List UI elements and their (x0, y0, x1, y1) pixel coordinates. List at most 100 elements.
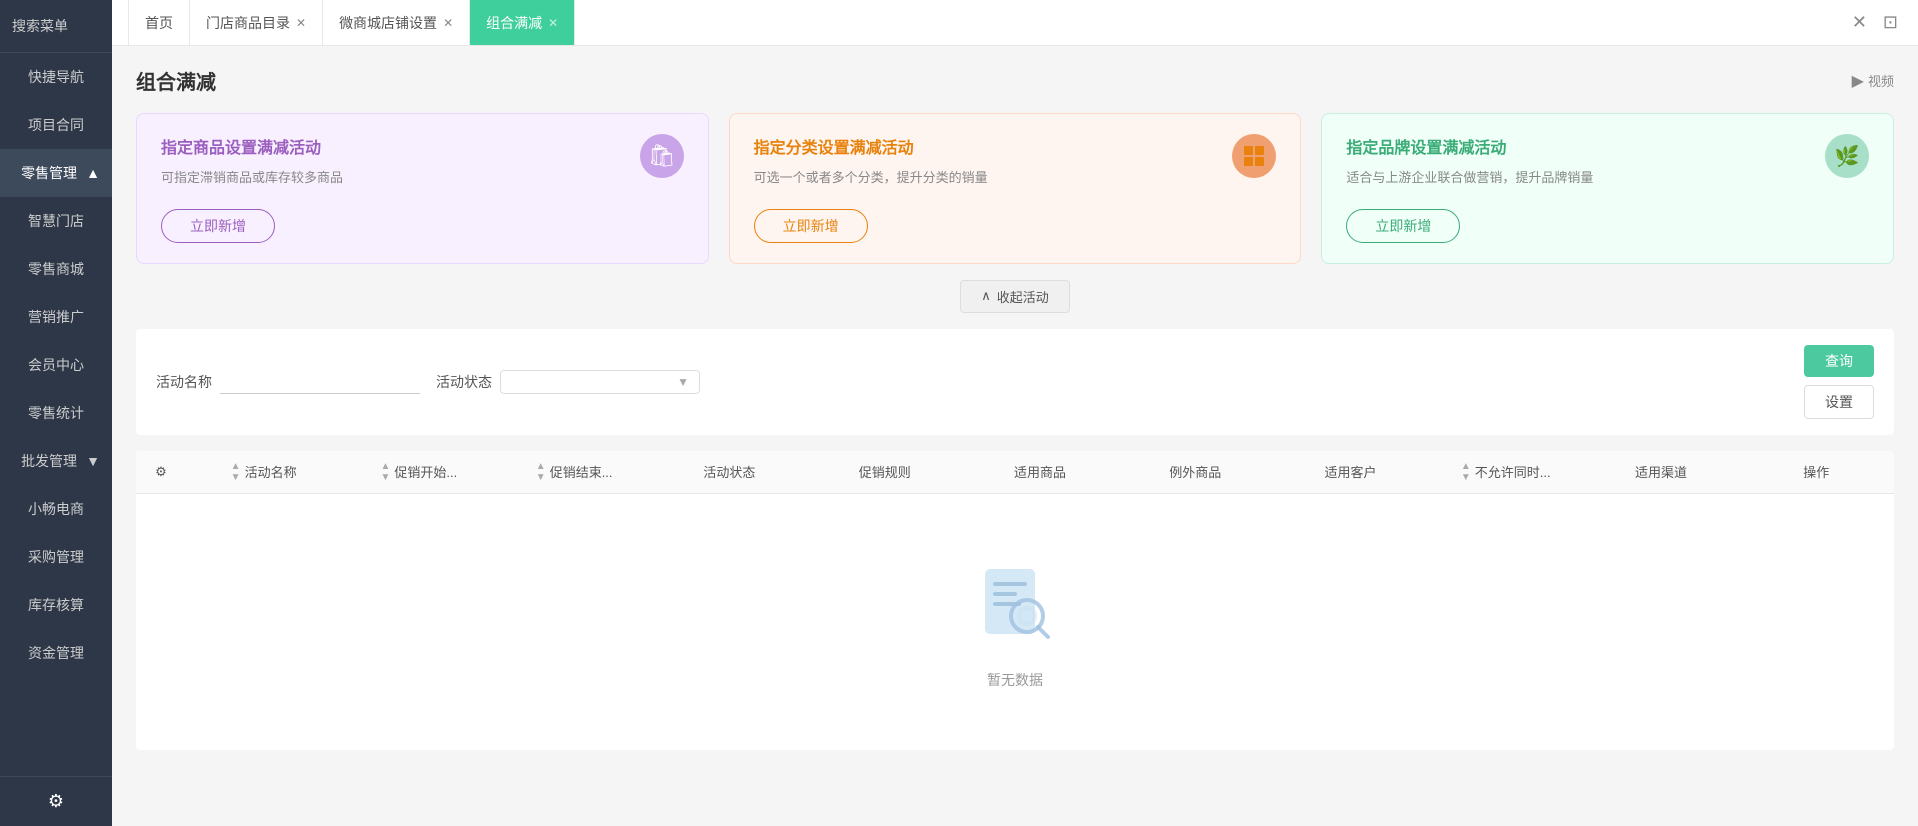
th-applicable-goods: 适用商品 (962, 462, 1117, 481)
sidebar-item-retail-stats[interactable]: 零售统计 (0, 389, 112, 437)
th-exception-goods-label: 例外商品 (1169, 462, 1221, 481)
sidebar-item-finance-mgmt[interactable]: 资金管理 (0, 629, 112, 677)
sidebar-item-project-label: 项目合同 (12, 115, 100, 135)
sidebar-bottom: ⚙ (0, 776, 112, 826)
search-bar: 活动名称 活动状态 ▼ 查询 设置 (136, 329, 1894, 435)
card-brand-discount-btn[interactable]: 立即新增 (1346, 209, 1460, 243)
th-activity-status-label: 活动状态 (703, 462, 755, 481)
th-activity-name-label: 活动名称 (245, 462, 297, 481)
sort-activity-name[interactable]: ▲▼ (231, 461, 241, 483)
chevron-up-icon: ▲ (86, 165, 100, 181)
card-brand-discount: 🌿 指定品牌设置满减活动 适合与上游企业联合做营销，提升品牌销量 立即新增 (1321, 113, 1894, 264)
card-product-discount: 🛍 指定商品设置满减活动 可指定滞销商品或库存较多商品 立即新增 (136, 113, 709, 264)
sidebar-item-smart-store[interactable]: 智慧门店 (0, 197, 112, 245)
sidebar-item-quick-nav-label: 快捷导航 (12, 67, 100, 87)
sidebar-item-xiaochang-label: 小畅电商 (12, 499, 100, 519)
activity-name-input[interactable] (220, 369, 420, 394)
tab-combo-discount[interactable]: 组合满减 ✕ (470, 0, 575, 45)
settings-icon[interactable]: ⚙ (48, 791, 64, 812)
sort-promo-end[interactable]: ▲▼ (536, 461, 546, 483)
th-promo-rule-label: 促销规则 (859, 462, 911, 481)
main-content: 首页 门店商品目录 ✕ 微商城店铺设置 ✕ 组合满减 ✕ ✕ ⊡ 组合满减 ▶ … (112, 0, 1918, 826)
table-container: ⚙ ▲▼ 活动名称 ▲▼ 促销开始... ▲▼ 促销结束... 活动状态 (136, 451, 1894, 750)
empty-text: 暂无数据 (987, 670, 1043, 690)
empty-state: 暂无数据 (136, 494, 1894, 750)
tab-home-label: 首页 (145, 13, 173, 33)
sidebar: 搜索菜单 快捷导航 项目合同 零售管理 ▲ 智慧门店 零售商城 营销推广 会员中… (0, 0, 112, 826)
sidebar-item-marketing[interactable]: 营销推广 (0, 293, 112, 341)
sidebar-item-inventory-calc[interactable]: 库存核算 (0, 581, 112, 629)
th-gear[interactable]: ⚙ (136, 464, 186, 480)
cards-row: 🛍 指定商品设置满减活动 可指定滞销商品或库存较多商品 立即新增 指定分类设置满… (136, 113, 1894, 264)
sidebar-item-quick-nav[interactable]: 快捷导航 (0, 53, 112, 101)
card-product-discount-icon: 🛍 (640, 134, 684, 178)
sidebar-item-retail-mall-label: 零售商城 (12, 259, 100, 279)
th-promo-start: ▲▼ 促销开始... (341, 461, 496, 483)
tab-store-catalog-label: 门店商品目录 (206, 13, 290, 33)
collapse-activities-btn[interactable]: ∧ 收起活动 (960, 280, 1070, 313)
close-window-icon[interactable]: ✕ (1848, 12, 1871, 33)
page-title-row: 组合满减 ▶ 视频 (136, 66, 1894, 95)
tab-store-catalog[interactable]: 门店商品目录 ✕ (190, 0, 323, 45)
sidebar-search[interactable]: 搜索菜单 (0, 0, 112, 53)
tab-wechat-settings-close[interactable]: ✕ (443, 16, 453, 30)
sidebar-item-member-center[interactable]: 会员中心 (0, 341, 112, 389)
play-circle-icon: ▶ (1852, 71, 1864, 91)
tab-wechat-settings-label: 微商城店铺设置 (339, 13, 437, 33)
tab-home[interactable]: 首页 (128, 0, 190, 45)
th-promo-end: ▲▼ 促销结束... (497, 461, 652, 483)
activity-status-field: 活动状态 ▼ (436, 370, 700, 394)
activity-name-label: 活动名称 (156, 372, 212, 392)
maximize-window-icon[interactable]: ⊡ (1879, 12, 1902, 33)
tab-bar: 首页 门店商品目录 ✕ 微商城店铺设置 ✕ 组合满减 ✕ ✕ ⊡ (112, 0, 1918, 46)
sidebar-item-marketing-label: 营销推广 (12, 307, 100, 327)
video-link-label: 视频 (1868, 71, 1894, 90)
chevron-down-icon: ▼ (86, 453, 100, 469)
sidebar-item-wholesale-mgmt[interactable]: 批发管理 ▼ (0, 437, 112, 485)
tab-store-catalog-close[interactable]: ✕ (296, 16, 306, 30)
th-not-allow-label: 不允许同时... (1475, 462, 1551, 481)
chevron-down-icon: ▼ (677, 375, 689, 389)
tab-bar-actions: ✕ ⊡ (1848, 12, 1902, 33)
page-content: 组合满减 ▶ 视频 🛍 指定商品设置满减活动 可指定滞销商品或库存较多商品 立即… (112, 46, 1918, 826)
card-brand-discount-desc: 适合与上游企业联合做营销，提升品牌销量 (1346, 168, 1869, 189)
th-applicable-customer: 适用客户 (1273, 462, 1428, 481)
card-category-discount-title: 指定分类设置满减活动 (754, 134, 1277, 158)
th-applicable-goods-label: 适用商品 (1014, 462, 1066, 481)
collapse-btn-label: 收起活动 (997, 287, 1049, 306)
card-category-discount-btn[interactable]: 立即新增 (754, 209, 868, 243)
tab-combo-discount-label: 组合满减 (486, 13, 542, 33)
sidebar-item-retail-mgmt[interactable]: 零售管理 ▲ (0, 149, 112, 197)
query-button[interactable]: 查询 (1804, 345, 1874, 377)
sidebar-item-purchase-mgmt[interactable]: 采购管理 (0, 533, 112, 581)
card-product-discount-desc: 可指定滞销商品或库存较多商品 (161, 168, 684, 189)
sort-not-allow[interactable]: ▲▼ (1461, 461, 1471, 483)
card-brand-discount-title: 指定品牌设置满减活动 (1346, 134, 1869, 158)
settings-button[interactable]: 设置 (1804, 385, 1874, 419)
th-promo-end-label: 促销结束... (550, 462, 613, 481)
search-menu-label: 搜索菜单 (12, 18, 68, 34)
th-applicable-channel-label: 适用渠道 (1635, 462, 1687, 481)
sidebar-item-smart-store-label: 智慧门店 (12, 211, 100, 231)
search-actions: 查询 设置 (1804, 345, 1874, 419)
activity-status-select[interactable]: ▼ (500, 370, 700, 394)
th-exception-goods: 例外商品 (1118, 462, 1273, 481)
sidebar-item-purchase-label: 采购管理 (12, 547, 100, 567)
th-promo-rule: 促销规则 (807, 462, 962, 481)
video-link[interactable]: ▶ 视频 (1852, 71, 1894, 91)
table-header: ⚙ ▲▼ 活动名称 ▲▼ 促销开始... ▲▼ 促销结束... 活动状态 (136, 451, 1894, 494)
th-operation-label: 操作 (1803, 462, 1829, 481)
tab-combo-discount-close[interactable]: ✕ (548, 16, 558, 30)
card-product-discount-btn[interactable]: 立即新增 (161, 209, 275, 243)
card-category-discount-desc: 可选一个或者多个分类，提升分类的销量 (754, 168, 1277, 189)
sidebar-item-project-contract[interactable]: 项目合同 (0, 101, 112, 149)
sidebar-item-retail-mall[interactable]: 零售商城 (0, 245, 112, 293)
card-product-discount-title: 指定商品设置满减活动 (161, 134, 684, 158)
page-title: 组合满减 (136, 66, 216, 95)
card-category-discount: 指定分类设置满减活动 可选一个或者多个分类，提升分类的销量 立即新增 (729, 113, 1302, 264)
tab-wechat-settings[interactable]: 微商城店铺设置 ✕ (323, 0, 470, 45)
sidebar-item-xiaochang-ecom[interactable]: 小畅电商 (0, 485, 112, 533)
activity-status-label: 活动状态 (436, 372, 492, 392)
sidebar-item-retail-stats-label: 零售统计 (12, 403, 100, 423)
sort-promo-start[interactable]: ▲▼ (381, 461, 391, 483)
